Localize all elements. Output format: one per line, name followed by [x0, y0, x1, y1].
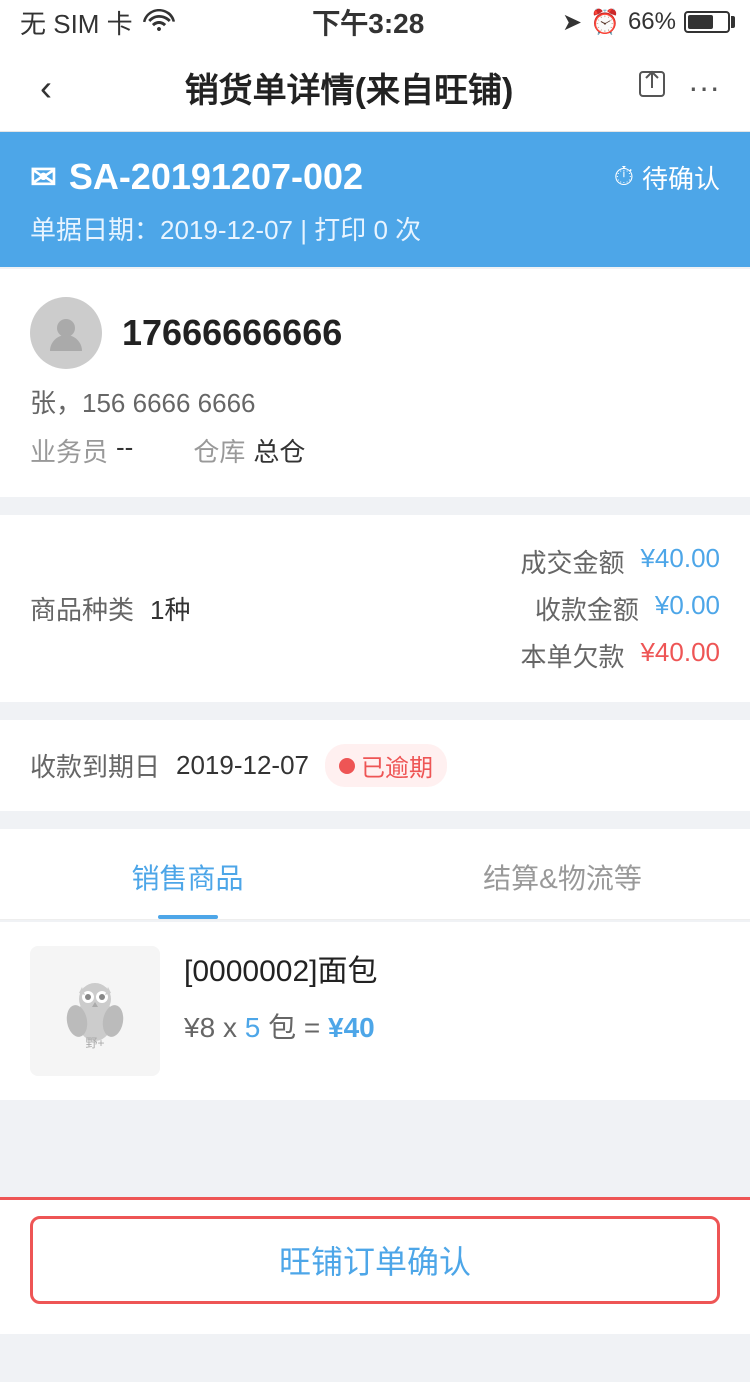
- divider-3: [0, 813, 750, 829]
- type-value: 1种: [150, 590, 190, 627]
- status-clock-icon: ⏱: [614, 161, 634, 193]
- customer-phone: 17666666666: [122, 312, 342, 354]
- location-icon: ➤: [562, 8, 582, 37]
- sales-label: 业务员: [30, 432, 108, 469]
- order-header-card: ✉ SA-20191207-002 ⏱ 待确认 单据日期：2019-12-07 …: [0, 132, 750, 267]
- unit-price: ¥8: [184, 1012, 215, 1043]
- customer-attributes: 业务员 -- 仓库 总仓: [30, 432, 720, 469]
- customer-detail: 张，156 6666 6666: [30, 383, 720, 420]
- product-card: 野+ [0000002]面包 ¥8 x 5 包 = ¥40: [0, 922, 750, 1100]
- product-title: 面包: [317, 955, 377, 988]
- type-label: 商品种类: [30, 590, 134, 627]
- quantity: 5: [245, 1012, 261, 1043]
- status-right: ➤ ⏰ 66%: [562, 8, 730, 37]
- financial-summary: 成交金额 ¥40.00 收款金额 ¥0.00 本单欠款 ¥40.00: [520, 543, 720, 674]
- tab-settlement[interactable]: 结算&物流等: [375, 829, 750, 919]
- battery-icon: [684, 11, 730, 33]
- overdue-text: 已逾期: [361, 748, 433, 783]
- page-title: 销货单详情(来自旺铺): [185, 63, 514, 112]
- tab-sales-label: 销售商品: [131, 863, 243, 894]
- due-amount-item: 本单欠款 ¥40.00: [520, 637, 720, 674]
- overdue-badge: 已逾期: [325, 744, 447, 787]
- unit-label: 包: [268, 1012, 296, 1043]
- back-button[interactable]: ‹: [30, 57, 62, 119]
- svg-text:野+: 野+: [85, 1036, 104, 1050]
- warehouse-value: 总仓: [253, 432, 305, 469]
- due-date-label: 收款到期日: [30, 747, 160, 784]
- amount-value: ¥40.00: [640, 543, 720, 580]
- sales-value: --: [116, 432, 133, 469]
- amount-item: 成交金额 ¥40.00: [520, 543, 720, 580]
- due-date-card: 收款到期日 2019-12-07 已逾期: [0, 720, 750, 811]
- divider-2: [0, 704, 750, 720]
- product-info: [0000002]面包 ¥8 x 5 包 = ¥40: [184, 946, 720, 1076]
- warehouse-label: 仓库: [193, 432, 245, 469]
- due-amount-label: 本单欠款: [520, 637, 624, 674]
- order-status-text: 待确认: [642, 159, 720, 196]
- total-price: ¥40: [328, 1012, 375, 1043]
- product-type-summary: 商品种类 1种: [30, 543, 190, 674]
- received-label: 收款金额: [535, 590, 639, 627]
- order-date: 2019-12-07: [160, 215, 293, 245]
- warehouse-attr: 仓库 总仓: [193, 432, 305, 469]
- order-print-label: 打印 0 次: [314, 215, 421, 245]
- divider-1: [0, 499, 750, 515]
- battery-percent: 66%: [628, 8, 676, 36]
- status-time: 下午3:28: [312, 2, 424, 42]
- status-bar: 无 SIM 卡 下午3:28 ➤ ⏰ 66%: [0, 0, 750, 44]
- customer-card: 17666666666 张，156 6666 6666 业务员 -- 仓库 总仓: [0, 269, 750, 497]
- status-left: 无 SIM 卡: [20, 4, 175, 41]
- nav-actions: ···: [636, 68, 720, 108]
- tab-settlement-label: 结算&物流等: [483, 863, 642, 894]
- overdue-dot-icon: [339, 758, 355, 774]
- product-name: [0000002]面包: [184, 946, 720, 990]
- customer-avatar: [30, 297, 102, 369]
- amount-label: 成交金额: [520, 543, 624, 580]
- product-price: ¥8 x 5 包 = ¥40: [184, 1006, 720, 1046]
- due-amount-value: ¥40.00: [640, 637, 720, 674]
- received-item: 收款金额 ¥0.00: [535, 590, 720, 627]
- multiplier-symbol: x: [223, 1012, 237, 1043]
- order-date-label: 单据日期：: [30, 215, 160, 245]
- bottom-action-bar: 旺铺订单确认: [0, 1197, 750, 1334]
- nav-bar: ‹ 销货单详情(来自旺铺) ···: [0, 44, 750, 132]
- carrier-label: 无 SIM 卡: [20, 4, 133, 41]
- order-status-badge: ⏱ 待确认: [614, 159, 720, 196]
- equals-symbol: =: [304, 1012, 320, 1043]
- product-thumbnail: 野+: [30, 946, 160, 1076]
- tabs-bar: 销售商品 结算&物流等: [0, 829, 750, 920]
- confirm-button-label: 旺铺订单确认: [279, 1237, 471, 1283]
- share-icon[interactable]: [636, 68, 668, 108]
- order-meta: 单据日期：2019-12-07 | 打印 0 次: [30, 210, 720, 247]
- order-id-text: SA-20191207-002: [69, 156, 363, 198]
- confirm-wangpu-order-button[interactable]: 旺铺订单确认: [30, 1216, 720, 1304]
- more-icon[interactable]: ···: [688, 69, 720, 106]
- due-date-value: 2019-12-07: [176, 750, 309, 781]
- sales-person-attr: 业务员 --: [30, 432, 133, 469]
- wifi-icon: [143, 7, 175, 38]
- tab-sales-products[interactable]: 销售商品: [0, 829, 375, 919]
- order-id: ✉ SA-20191207-002: [30, 156, 363, 198]
- order-separator: |: [293, 215, 314, 245]
- summary-card: 商品种类 1种 成交金额 ¥40.00 收款金额 ¥0.00 本单欠款 ¥40.…: [0, 515, 750, 702]
- received-value: ¥0.00: [655, 590, 720, 627]
- product-code: [0000002]: [184, 955, 317, 988]
- clock-icon: ⏰: [590, 8, 620, 37]
- order-icon: ✉: [30, 158, 57, 196]
